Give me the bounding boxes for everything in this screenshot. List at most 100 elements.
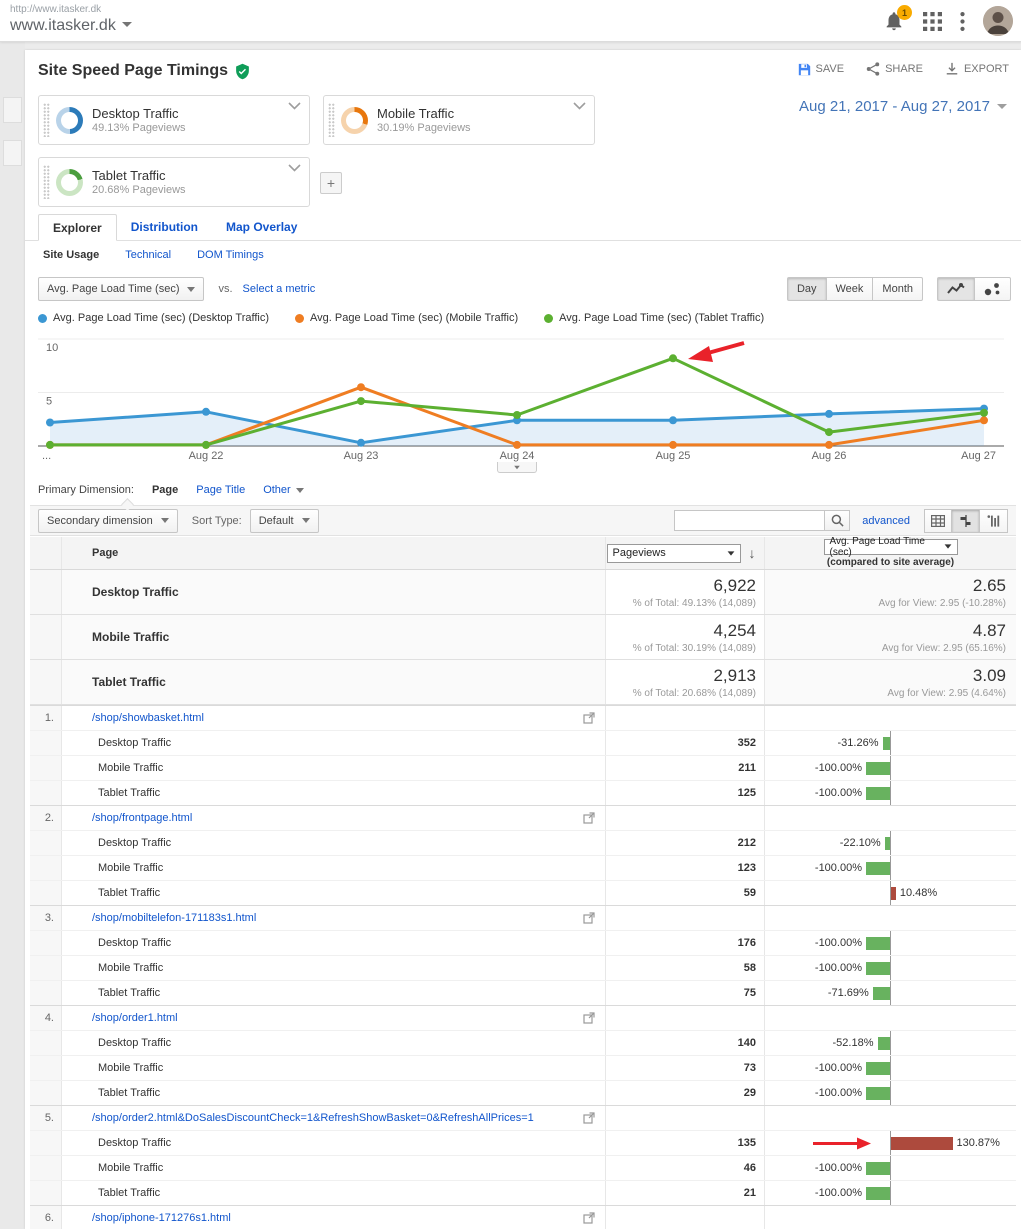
apps-grid-icon[interactable] xyxy=(923,11,942,31)
save-button[interactable]: SAVE xyxy=(798,63,844,76)
metric-total: 2.65 xyxy=(972,575,1006,595)
svg-text:Aug 25: Aug 25 xyxy=(656,450,691,462)
chevron-down-icon xyxy=(301,518,310,523)
page-link[interactable]: /shop/order1.html xyxy=(92,1012,178,1024)
segment-card-desktop[interactable]: Desktop Traffic 49.13% Pageviews xyxy=(38,95,310,145)
view-table-button[interactable] xyxy=(924,508,952,533)
comparison-view-icon xyxy=(960,514,970,527)
chart-collapse-handle[interactable] xyxy=(497,462,537,473)
rail-item[interactable] xyxy=(3,140,22,166)
granularity-day-button[interactable]: Day xyxy=(786,277,827,301)
legend-item: Avg. Page Load Time (sec) (Mobile Traffi… xyxy=(295,312,518,324)
table-subrow: Mobile Traffic 123 -100.00% xyxy=(30,855,1016,880)
table-subrow: Tablet Traffic 75 -71.69% xyxy=(30,980,1016,1005)
search-input[interactable] xyxy=(674,510,825,531)
svg-text:5: 5 xyxy=(46,396,52,408)
notifications-button[interactable]: 1 xyxy=(883,5,912,32)
table-row[interactable]: 5. /shop/order2.html&DoSalesDiscountCheck… xyxy=(30,1105,1016,1130)
drag-handle[interactable] xyxy=(328,103,335,137)
dimension-page-title[interactable]: Page Title xyxy=(196,484,245,496)
column-header-page[interactable]: Page xyxy=(62,537,605,569)
tab-explorer[interactable]: Explorer xyxy=(38,214,117,241)
segment-card-mobile[interactable]: Mobile Traffic 30.19% Pageviews xyxy=(323,95,595,145)
page-link[interactable]: /shop/showbasket.html xyxy=(92,712,204,724)
motion-chart-view-button[interactable] xyxy=(975,277,1011,301)
line-chart-icon xyxy=(947,283,965,294)
granularity-week-button[interactable]: Week xyxy=(826,277,874,301)
dropdown-arrow-icon xyxy=(944,544,951,549)
avatar[interactable] xyxy=(983,6,1013,36)
chevron-down-icon[interactable] xyxy=(288,102,301,110)
chevron-down-icon[interactable] xyxy=(288,164,301,172)
table-row[interactable]: 2. /shop/frontpage.html xyxy=(30,805,1016,830)
more-menu-icon[interactable] xyxy=(960,11,965,31)
segment-name: Mobile Traffic xyxy=(98,762,164,774)
open-in-new-icon[interactable] xyxy=(583,1012,595,1024)
row-index: 1. xyxy=(30,706,62,730)
subtab-dom-timings[interactable]: DOM Timings xyxy=(197,249,264,261)
open-in-new-icon[interactable] xyxy=(583,1211,595,1224)
subtab-site-usage[interactable]: Site Usage xyxy=(43,249,99,261)
percent-label: -31.26% xyxy=(837,737,879,749)
segment-subtitle: 20.68% Pageviews xyxy=(92,184,186,196)
page-link[interactable]: /shop/frontpage.html xyxy=(92,812,192,824)
chevron-down-icon xyxy=(514,465,520,469)
table-subrow: Mobile Traffic 46 -100.00% xyxy=(30,1155,1016,1180)
segment-name: Desktop Traffic xyxy=(98,1137,172,1149)
percent-label: -100.00% xyxy=(814,1062,862,1074)
comparison-bar xyxy=(866,787,890,800)
svg-text:Aug 26: Aug 26 xyxy=(812,450,847,462)
dimension-other[interactable]: Other xyxy=(263,484,304,496)
page-link[interactable]: /shop/iphone-171276s1.html xyxy=(92,1212,231,1224)
add-segment-button[interactable]: + xyxy=(320,172,342,194)
view-pivot-button[interactable] xyxy=(980,508,1008,533)
open-in-new-icon[interactable] xyxy=(583,812,595,824)
granularity-group: Day Week Month xyxy=(786,277,923,301)
export-button[interactable]: EXPORT xyxy=(945,62,1009,76)
comparison-bar xyxy=(866,937,890,950)
view-comparison-button[interactable] xyxy=(952,508,980,533)
date-range-selector[interactable]: Aug 21, 2017 - Aug 27, 2017 xyxy=(799,98,1007,115)
segment-card-tablet[interactable]: Tablet Traffic 20.68% Pageviews xyxy=(38,157,310,207)
page-link[interactable]: /shop/order2.html&DoSalesDiscountCheck=1… xyxy=(92,1112,534,1124)
table-subrow: Tablet Traffic 21 -100.00% xyxy=(30,1180,1016,1205)
secondary-dimension-button[interactable]: Secondary dimension xyxy=(38,508,178,533)
segment-name: Tablet Traffic xyxy=(98,1187,161,1199)
pageviews-total: 4,254 xyxy=(713,620,756,640)
metric-total: 4.87 xyxy=(972,620,1006,640)
metric-select[interactable]: Avg. Page Load Time (sec) xyxy=(38,277,205,301)
line-chart-view-button[interactable] xyxy=(937,277,975,301)
dimension-page[interactable]: Page xyxy=(152,484,178,496)
open-in-new-icon[interactable] xyxy=(583,712,595,724)
segment-subtitle: 30.19% Pageviews xyxy=(377,122,471,134)
account-selector[interactable]: www.itasker.dk xyxy=(10,17,132,35)
metric-column-select[interactable]: Avg. Page Load Time (sec) xyxy=(823,537,958,558)
table-row[interactable]: 3. /shop/mobiltelefon-171183s1.html xyxy=(30,905,1016,930)
open-in-new-icon[interactable] xyxy=(583,912,595,924)
table-row[interactable]: 1. /shop/showbasket.html xyxy=(30,705,1016,730)
advanced-link[interactable]: advanced xyxy=(862,515,910,527)
select-a-metric-link[interactable]: Select a metric xyxy=(243,283,316,295)
drag-handle[interactable] xyxy=(43,103,50,137)
sort-direction-icon[interactable]: ↓ xyxy=(749,545,756,561)
sort-type-select[interactable]: Default xyxy=(249,508,319,533)
open-in-new-icon[interactable] xyxy=(583,1112,595,1124)
pageviews-column-select[interactable]: Pageviews xyxy=(606,543,741,563)
granularity-month-button[interactable]: Month xyxy=(873,277,923,301)
tab-map-overlay[interactable]: Map Overlay xyxy=(212,213,311,240)
pivot-view-icon xyxy=(987,514,999,527)
page-link[interactable]: /shop/mobiltelefon-171183s1.html xyxy=(92,912,256,924)
pageviews-value: 176 xyxy=(605,931,765,955)
search-button[interactable] xyxy=(824,510,851,531)
share-button[interactable]: SHARE xyxy=(866,62,923,76)
timeseries-chart: 10 5... Aug 22 Aug 23 Aug 24 Aug 25 Aug 26 Aug … xyxy=(38,336,1004,466)
subtab-technical[interactable]: Technical xyxy=(125,249,171,261)
share-icon xyxy=(866,62,880,76)
rail-item[interactable] xyxy=(3,97,22,123)
table-row[interactable]: 4. /shop/order1.html xyxy=(30,1005,1016,1030)
tab-distribution[interactable]: Distribution xyxy=(117,213,212,240)
segment-name: Mobile Traffic xyxy=(98,1162,164,1174)
drag-handle[interactable] xyxy=(43,165,50,199)
chevron-down-icon[interactable] xyxy=(573,102,586,110)
table-row[interactable]: 6. /shop/iphone-171276s1.html xyxy=(30,1205,1016,1229)
